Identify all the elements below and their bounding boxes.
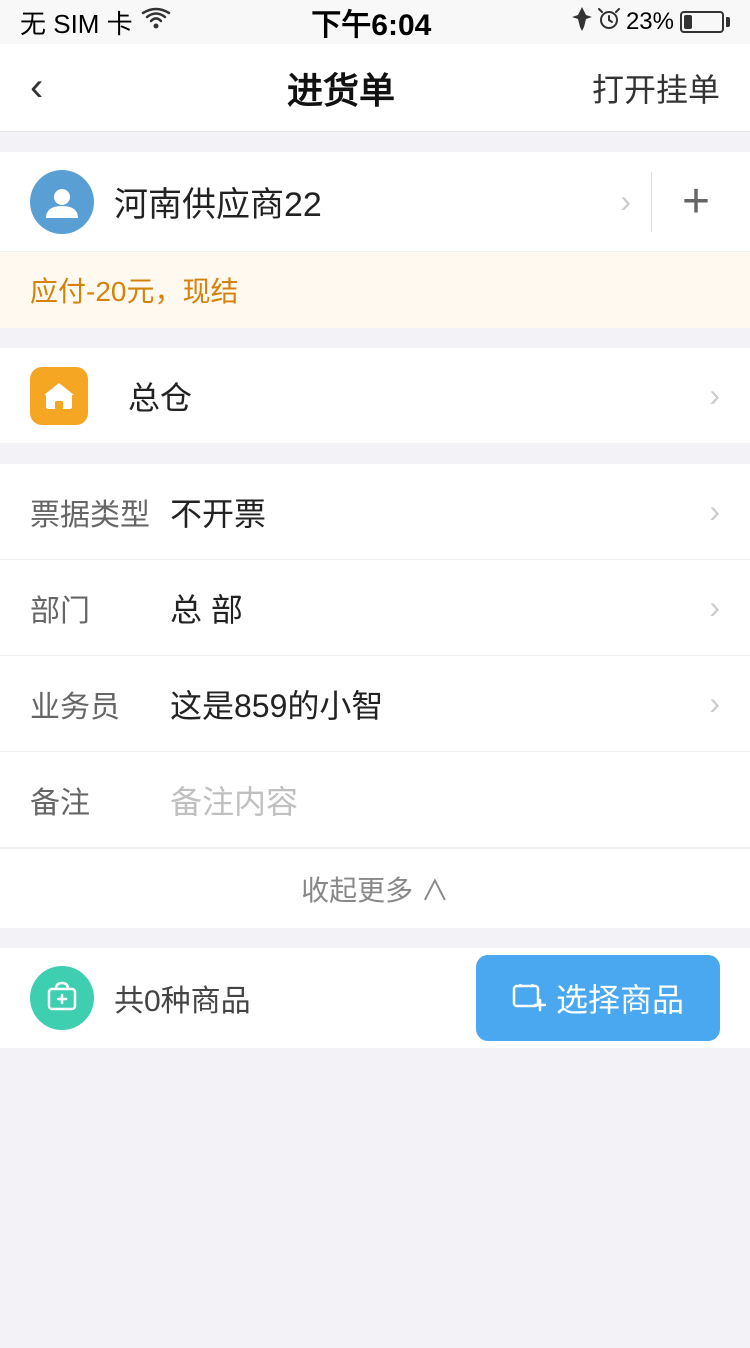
supplier-section: 河南供应商22 › + 应付-20元，现结 (0, 152, 750, 328)
form-section: 票据类型 不开票 › 部门 总 部 › 业务员 这是859的小智 › 备注 备注… (0, 464, 750, 928)
add-supplier-button[interactable]: + (672, 174, 720, 229)
battery-percentage: 23% (626, 8, 674, 36)
back-button[interactable]: ‹ (30, 65, 90, 110)
department-value: 总 部 (170, 585, 699, 631)
notice-text: 应付-20元，现结 (30, 276, 238, 307)
page-background (0, 1048, 750, 1348)
status-time: 下午6:04 (311, 0, 431, 44)
carrier-label: 无 SIM 卡 (20, 4, 133, 41)
department-chevron-icon: › (709, 589, 720, 626)
section-divider-4 (0, 928, 750, 948)
remark-row[interactable]: 备注 备注内容 (0, 752, 750, 848)
warehouse-name: 总仓 (128, 373, 699, 419)
remark-label: 备注 (30, 778, 150, 822)
collapse-button[interactable]: 收起更多 ∧ (0, 848, 750, 928)
remark-placeholder[interactable]: 备注内容 (170, 777, 720, 823)
section-divider-1 (0, 132, 750, 152)
ticket-type-row[interactable]: 票据类型 不开票 › (0, 464, 750, 560)
warehouse-row[interactable]: 总仓 › (0, 348, 750, 444)
salesperson-value: 这是859的小智 (170, 681, 699, 727)
supplier-name: 河南供应商22 (114, 177, 610, 226)
salesperson-row[interactable]: 业务员 这是859的小智 › (0, 656, 750, 752)
bottom-goods-bar: 共0种商品 选择商品 (0, 948, 750, 1048)
nav-bar: ‹ 进货单 打开挂单 (0, 44, 750, 132)
select-goods-button[interactable]: 选择商品 (476, 955, 720, 1041)
warehouse-chevron-icon: › (709, 377, 720, 414)
supplier-chevron-icon: › (620, 183, 631, 220)
ticket-type-chevron-icon: › (709, 493, 720, 530)
location-icon (572, 7, 592, 38)
department-row[interactable]: 部门 总 部 › (0, 560, 750, 656)
select-goods-label: 选择商品 (556, 975, 684, 1021)
notice-row: 应付-20元，现结 (0, 252, 750, 328)
supplier-row[interactable]: 河南供应商22 › + (0, 152, 750, 252)
page-title: 进货单 (287, 62, 395, 114)
section-divider-3 (0, 444, 750, 464)
alarm-icon (598, 8, 620, 37)
battery-icon (680, 11, 730, 33)
open-pending-button[interactable]: 打开挂单 (592, 65, 720, 111)
ticket-type-value: 不开票 (170, 489, 699, 535)
department-label: 部门 (30, 586, 150, 630)
salesperson-chevron-icon: › (709, 685, 720, 722)
section-divider-2 (0, 328, 750, 348)
wifi-icon (141, 7, 171, 38)
status-left: 无 SIM 卡 (20, 4, 171, 41)
collapse-label: 收起更多 ∧ (301, 869, 449, 909)
warehouse-icon-bg (30, 367, 88, 425)
salesperson-label: 业务员 (30, 682, 150, 726)
supplier-avatar (30, 170, 94, 234)
ticket-type-label: 票据类型 (30, 490, 150, 534)
vertical-divider (651, 172, 652, 232)
status-right: 23% (572, 7, 730, 38)
status-bar: 无 SIM 卡 下午6:04 23% (0, 0, 750, 44)
warehouse-section: 总仓 › (0, 348, 750, 444)
goods-count-label: 共0种商品 (114, 976, 476, 1020)
goods-icon-wrap (30, 966, 94, 1030)
